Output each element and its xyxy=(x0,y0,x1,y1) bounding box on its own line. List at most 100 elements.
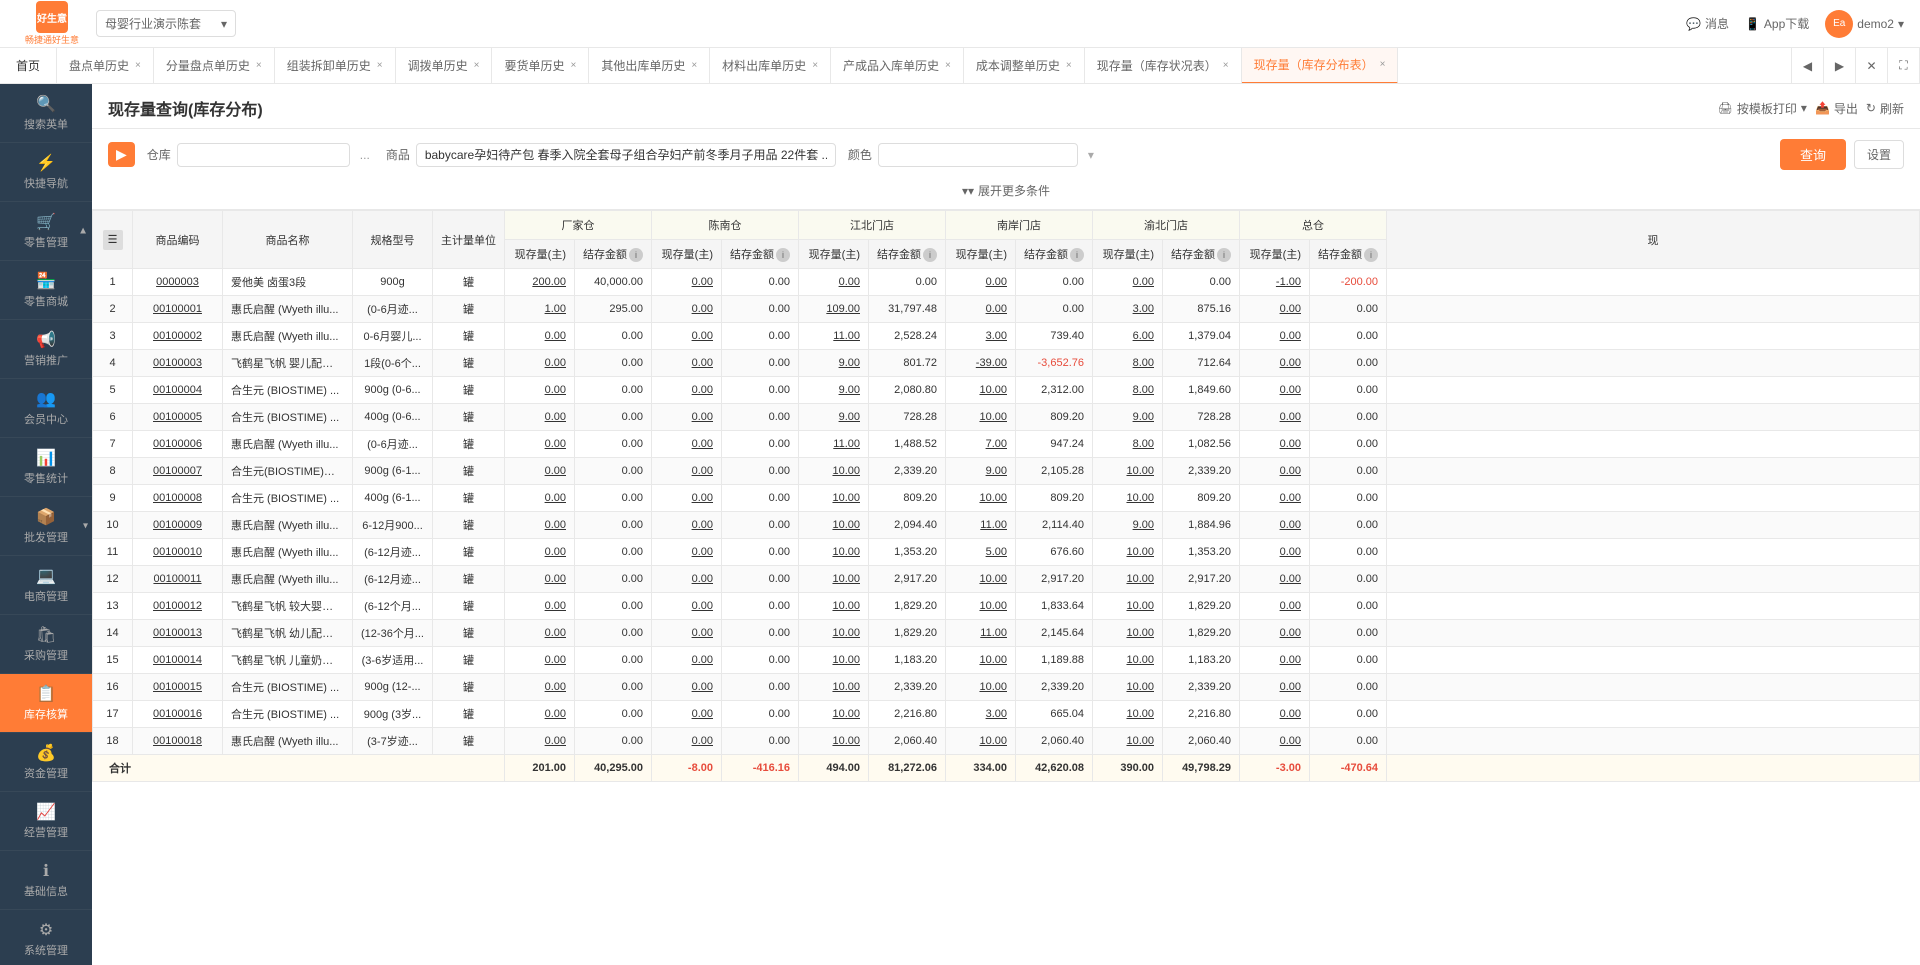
cell-yb-stock[interactable]: 9.00 xyxy=(1093,404,1163,431)
cell-f-stock[interactable]: 200.00 xyxy=(505,269,575,296)
cell-t-stock[interactable]: 0.00 xyxy=(1240,377,1310,404)
close-icon[interactable]: × xyxy=(1223,60,1229,71)
nav-tab-zuzhuang[interactable]: 组装拆卸单历史 × xyxy=(275,48,396,84)
print-action[interactable]: 🖨 按模板打印 ▾ xyxy=(1718,100,1807,117)
refresh-action[interactable]: ↻ 刷新 xyxy=(1866,100,1904,117)
nav-prev-btn[interactable]: ◀ xyxy=(1792,48,1824,84)
setting-icon[interactable]: ☰ xyxy=(103,230,123,250)
cell-na-stock[interactable]: 11.00 xyxy=(946,620,1016,647)
warehouse-input[interactable] xyxy=(177,143,350,167)
cell-f-stock[interactable]: 0.00 xyxy=(505,377,575,404)
close-icon[interactable]: × xyxy=(691,60,697,71)
sidebar-item-operations[interactable]: 📈 经营管理 xyxy=(0,792,92,851)
nav-tab-chengpin[interactable]: 产成品入库单历史 × xyxy=(831,48,964,84)
cell-jb-stock[interactable]: 9.00 xyxy=(799,377,869,404)
cell-t-stock[interactable]: 0.00 xyxy=(1240,512,1310,539)
sidebar-item-wholesale[interactable]: 📦 批发管理 ▾ xyxy=(0,497,92,556)
cell-cn-stock[interactable]: 0.00 xyxy=(652,701,722,728)
cell-f-stock[interactable]: 0.00 xyxy=(505,674,575,701)
cell-yb-stock[interactable]: 8.00 xyxy=(1093,350,1163,377)
t-amt-info[interactable]: i xyxy=(1364,248,1378,262)
cell-cn-stock[interactable]: 0.00 xyxy=(652,593,722,620)
cell-cn-stock[interactable]: 0.00 xyxy=(652,566,722,593)
cell-jb-stock[interactable]: 9.00 xyxy=(799,404,869,431)
cell-jb-stock[interactable]: 10.00 xyxy=(799,701,869,728)
cell-code[interactable]: 00100013 xyxy=(133,620,223,647)
cell-na-stock[interactable]: 10.00 xyxy=(946,404,1016,431)
cell-t-stock[interactable]: 0.00 xyxy=(1240,350,1310,377)
nav-home[interactable]: 首页 xyxy=(0,48,57,84)
close-icon[interactable]: × xyxy=(256,60,262,71)
sidebar-item-members[interactable]: 👥 会员中心 xyxy=(0,379,92,438)
cell-code[interactable]: 00100009 xyxy=(133,512,223,539)
cell-cn-stock[interactable]: 0.00 xyxy=(652,539,722,566)
query-button[interactable]: 查询 xyxy=(1780,139,1846,170)
cell-jb-stock[interactable]: 10.00 xyxy=(799,593,869,620)
cell-yb-stock[interactable]: 10.00 xyxy=(1093,539,1163,566)
cell-cn-stock[interactable]: 0.00 xyxy=(652,620,722,647)
sidebar-item-ecommerce[interactable]: 💻 电商管理 xyxy=(0,556,92,615)
cell-t-stock[interactable]: 0.00 xyxy=(1240,431,1310,458)
close-icon[interactable]: × xyxy=(812,60,818,71)
cell-t-stock[interactable]: 0.00 xyxy=(1240,296,1310,323)
cell-t-stock[interactable]: 0.00 xyxy=(1240,566,1310,593)
cell-cn-stock[interactable]: 0.00 xyxy=(652,404,722,431)
cell-f-stock[interactable]: 0.00 xyxy=(505,701,575,728)
cell-f-stock[interactable]: 0.00 xyxy=(505,323,575,350)
sidebar-item-basic-info[interactable]: ℹ 基础信息 xyxy=(0,851,92,910)
cell-code[interactable]: 00100012 xyxy=(133,593,223,620)
close-icon[interactable]: × xyxy=(1380,59,1386,70)
cell-jb-stock[interactable]: 109.00 xyxy=(799,296,869,323)
cell-yb-stock[interactable]: 9.00 xyxy=(1093,512,1163,539)
cell-na-stock[interactable]: 7.00 xyxy=(946,431,1016,458)
cell-yb-stock[interactable]: 10.00 xyxy=(1093,674,1163,701)
cell-yb-stock[interactable]: 0.00 xyxy=(1093,269,1163,296)
cell-code[interactable]: 00100011 xyxy=(133,566,223,593)
cell-jb-stock[interactable]: 10.00 xyxy=(799,728,869,755)
cell-na-stock[interactable]: 11.00 xyxy=(946,512,1016,539)
cell-cn-stock[interactable]: 0.00 xyxy=(652,296,722,323)
nav-tab-diaobao[interactable]: 调拨单历史 × xyxy=(396,48,493,84)
cell-jb-stock[interactable]: 10.00 xyxy=(799,458,869,485)
cell-cn-stock[interactable]: 0.00 xyxy=(652,458,722,485)
nav-close-btn[interactable]: ✕ xyxy=(1856,48,1888,84)
cell-f-stock[interactable]: 0.00 xyxy=(505,458,575,485)
close-icon[interactable]: × xyxy=(1066,60,1072,71)
cell-f-stock[interactable]: 0.00 xyxy=(505,539,575,566)
cell-yb-stock[interactable]: 8.00 xyxy=(1093,377,1163,404)
cell-cn-stock[interactable]: 0.00 xyxy=(652,647,722,674)
nav-tab-cailiao[interactable]: 材料出库单历史 × xyxy=(710,48,831,84)
cell-na-stock[interactable]: 3.00 xyxy=(946,701,1016,728)
cell-code[interactable]: 0000003 xyxy=(133,269,223,296)
user-area[interactable]: Ea demo2 ▾ xyxy=(1825,10,1904,38)
cell-yb-stock[interactable]: 6.00 xyxy=(1093,323,1163,350)
cell-t-stock[interactable]: 0.00 xyxy=(1240,593,1310,620)
nav-tab-chengben[interactable]: 成本调整单历史 × xyxy=(964,48,1085,84)
cell-na-stock[interactable]: 10.00 xyxy=(946,674,1016,701)
cell-jb-stock[interactable]: 10.00 xyxy=(799,674,869,701)
goods-input[interactable] xyxy=(416,143,836,167)
cell-code[interactable]: 00100018 xyxy=(133,728,223,755)
cell-f-stock[interactable]: 0.00 xyxy=(505,728,575,755)
nav-tab-pandian[interactable]: 盘点单历史 × xyxy=(57,48,154,84)
expand-filter-btn[interactable]: ▾▾ 展开更多条件 xyxy=(962,182,1050,199)
cell-code[interactable]: 00100004 xyxy=(133,377,223,404)
cell-code[interactable]: 00100005 xyxy=(133,404,223,431)
cell-f-stock[interactable]: 0.00 xyxy=(505,593,575,620)
cell-t-stock[interactable]: -1.00 xyxy=(1240,269,1310,296)
cell-yb-stock[interactable]: 10.00 xyxy=(1093,458,1163,485)
message-action[interactable]: 💬 消息 xyxy=(1686,15,1729,32)
cell-f-stock[interactable]: 0.00 xyxy=(505,647,575,674)
cell-jb-stock[interactable]: 0.00 xyxy=(799,269,869,296)
nav-tab-xiancunliang-dist[interactable]: 现存量（库存分布表） × xyxy=(1242,48,1399,84)
cell-f-stock[interactable]: 0.00 xyxy=(505,620,575,647)
cell-na-stock[interactable]: 10.00 xyxy=(946,485,1016,512)
cell-jb-stock[interactable]: 10.00 xyxy=(799,566,869,593)
settings-button[interactable]: 设置 xyxy=(1854,140,1904,169)
cell-na-stock[interactable]: 3.00 xyxy=(946,323,1016,350)
export-action[interactable]: 📤 导出 xyxy=(1815,100,1858,117)
cell-code[interactable]: 00100014 xyxy=(133,647,223,674)
cell-cn-stock[interactable]: 0.00 xyxy=(652,431,722,458)
sidebar-item-retail-stats[interactable]: 📊 零售统计 xyxy=(0,438,92,497)
cell-code[interactable]: 00100003 xyxy=(133,350,223,377)
